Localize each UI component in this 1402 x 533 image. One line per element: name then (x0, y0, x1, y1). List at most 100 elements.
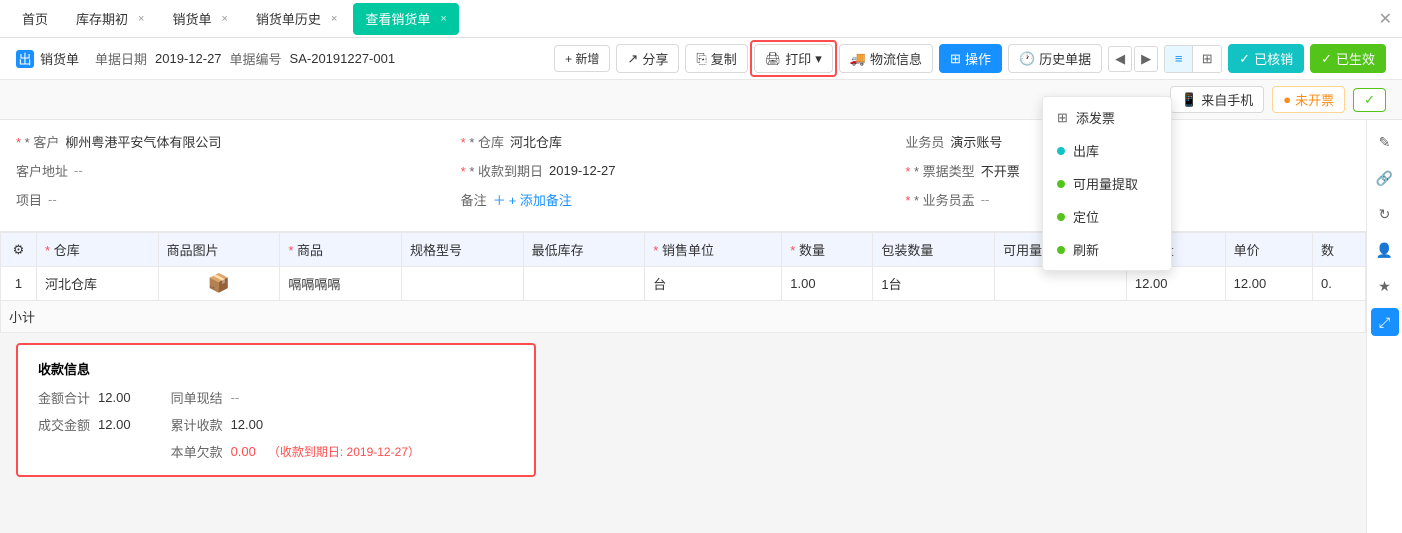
tab-inventory-close[interactable]: × (138, 13, 144, 25)
warehouse-field: * 仓库 河北仓库 (461, 132, 906, 151)
locate-label: 定位 (1073, 207, 1099, 226)
available-qty-label: 可用量提取 (1073, 174, 1138, 193)
tab-sales-close[interactable]: × (221, 13, 227, 25)
note-field: 备注 ＋ + 添加备注 (461, 190, 906, 209)
next-button[interactable]: ▶ (1134, 46, 1158, 72)
deal-amount-label: 成交金额 (38, 415, 90, 434)
tab-home[interactable]: 首页 (10, 3, 60, 35)
dropdown-add-invoice[interactable]: ⊞ 添发票 (1043, 101, 1171, 134)
payment-rows: 金额合计 12.00 成交金额 12.00 同单现结 -- (38, 388, 514, 461)
new-button[interactable]: + 新增 (554, 45, 610, 72)
row-num: 1 (1, 267, 37, 301)
required-star: * (45, 243, 50, 258)
qty-column-header: * 数量 (782, 233, 873, 267)
star-sidebar-icon[interactable]: ★ (1371, 272, 1399, 300)
same-order-label: 同单现结 (171, 388, 223, 407)
history-icon: 🕐 (1019, 51, 1035, 67)
tab-history-close[interactable]: × (331, 13, 337, 25)
row-extra: 0. (1312, 267, 1365, 301)
ticket-type-value: 不开票 (981, 161, 1020, 180)
gear-icon[interactable]: ⚙ (13, 242, 25, 257)
cancel-button[interactable]: ✓ 已核销 (1228, 44, 1304, 73)
arrears-value: 0.00 (231, 444, 256, 459)
nav-arrows: ◀ ▶ (1108, 46, 1158, 72)
list-view-button[interactable]: ≡ (1165, 46, 1193, 72)
available-qty-dot-icon (1057, 180, 1065, 188)
dropdown-menu: ⊞ 添发票 出库 可用量提取 定位 刷新 (1042, 96, 1172, 271)
project-value: -- (48, 192, 57, 207)
doc-title-icon: 出 (16, 50, 34, 68)
dropdown-outbound[interactable]: 出库 (1043, 134, 1171, 167)
staff2-value: -- (981, 192, 990, 207)
from-phone-button[interactable]: 📱 来自手机 (1170, 86, 1264, 113)
subtotal-row: 小计 (1, 301, 1366, 333)
deal-amount-row: 成交金额 12.00 (38, 415, 131, 434)
required-star2: * (288, 243, 293, 258)
deal-amount-value: 12.00 (98, 417, 131, 432)
project-label: 项目 (16, 190, 42, 209)
right-sidebar: ✎ 🔗 ↻ 👤 ★ ⤢ (1366, 120, 1402, 533)
tab-view-sales-close[interactable]: × (440, 13, 446, 25)
row-unit-price: 12.00 (1225, 267, 1312, 301)
payment-date-value: 2019-12-27 (549, 163, 616, 178)
operate-button[interactable]: ⊞ 操作 (939, 44, 1002, 73)
effective-button[interactable]: ✓ 已生效 (1310, 44, 1386, 73)
payment-title: 收款信息 (38, 359, 514, 378)
print-button[interactable]: 🖨 打印 ▾ (754, 44, 833, 73)
doc-title: 出 销货单 (16, 49, 79, 68)
truck-icon: 🚚 (850, 51, 866, 67)
user-sidebar-icon[interactable]: 👤 (1371, 236, 1399, 264)
row-image: 📦 (158, 267, 280, 301)
tab-history[interactable]: 销货单历史 × (244, 3, 349, 35)
check-reconcile-button[interactable]: ✓ (1353, 88, 1386, 112)
warehouse-value: 河北仓库 (510, 132, 562, 151)
edit-sidebar-icon[interactable]: ✎ (1371, 128, 1399, 156)
close-window-button[interactable]: ✕ (1379, 9, 1392, 29)
link-sidebar-icon[interactable]: 🔗 (1371, 164, 1399, 192)
ticket-type-label: * 票据类型 (905, 161, 974, 180)
same-order-row: 同单现结 -- (171, 388, 420, 407)
product-column-header: * 商品 (280, 233, 402, 267)
tab-sales[interactable]: 销货单 × (160, 3, 239, 35)
required-star3: * (653, 243, 658, 258)
address-label: 客户地址 (16, 161, 68, 180)
row-min-stock (523, 267, 645, 301)
copy-button[interactable]: ⎘ 复制 (685, 44, 747, 73)
expand-sidebar-icon[interactable]: ⤢ (1371, 308, 1399, 336)
refresh-sidebar-icon[interactable]: ↻ (1371, 200, 1399, 228)
unit-price-column-header: 单价 (1225, 233, 1312, 267)
image-column-header: 商品图片 (158, 233, 280, 267)
row-spec (401, 267, 523, 301)
row-product: 嗝嗝嗝嗝 (280, 267, 402, 301)
product-image: 📦 (208, 273, 230, 293)
dropdown-arrow: ▾ (815, 51, 822, 67)
total-amount-value: 12.00 (98, 390, 131, 405)
min-stock-column-header: 最低库存 (523, 233, 645, 267)
tab-inventory-label: 库存期初 (76, 9, 128, 28)
phone-icon: 📱 (1181, 92, 1197, 108)
tab-view-sales-label: 查看销货单 (365, 9, 430, 28)
dropdown-locate[interactable]: 定位 (1043, 200, 1171, 233)
action-bar2: 📱 来自手机 ● 未开票 ✓ (0, 80, 1402, 120)
main-content: * 客户 柳州粤港平安气体有限公司 * 仓库 河北仓库 业务员 演示账号 客户地… (0, 120, 1402, 533)
row-current-stock: 12.00 (1126, 267, 1225, 301)
payment-col-right: 同单现结 -- 累计收款 12.00 本单欠款 0.00 （收款到期日: 201… (171, 388, 420, 461)
dropdown-available-qty[interactable]: 可用量提取 (1043, 167, 1171, 200)
history-button[interactable]: 🕐 历史单据 (1008, 44, 1102, 73)
staff-value: 演示账号 (950, 132, 1002, 151)
pkg-qty-column-header: 包装数量 (873, 233, 995, 267)
grid-view-button[interactable]: ⊞ (1193, 46, 1221, 72)
row-unit: 台 (645, 267, 782, 301)
logistics-button[interactable]: 🚚 物流信息 (839, 44, 933, 73)
dropdown-refresh[interactable]: 刷新 (1043, 233, 1171, 266)
tab-inventory[interactable]: 库存期初 × (64, 3, 156, 35)
not-open-button[interactable]: ● 未开票 (1272, 86, 1345, 113)
tab-bar: 首页 库存期初 × 销货单 × 销货单历史 × 查看销货单 × ✕ (0, 0, 1402, 38)
tab-view-sales[interactable]: 查看销货单 × (353, 3, 458, 35)
payment-info: 收款信息 金额合计 12.00 成交金额 12.00 (16, 343, 536, 477)
prev-button[interactable]: ◀ (1108, 46, 1132, 72)
arrears-label: 本单欠款 (171, 442, 223, 461)
add-note-button[interactable]: ＋ + 添加备注 (493, 190, 572, 209)
doc-header: 出 销货单 单据日期 2019-12-27 单据编号 SA-20191227-0… (0, 38, 1402, 80)
share-button[interactable]: ↗ 分享 (616, 44, 679, 73)
